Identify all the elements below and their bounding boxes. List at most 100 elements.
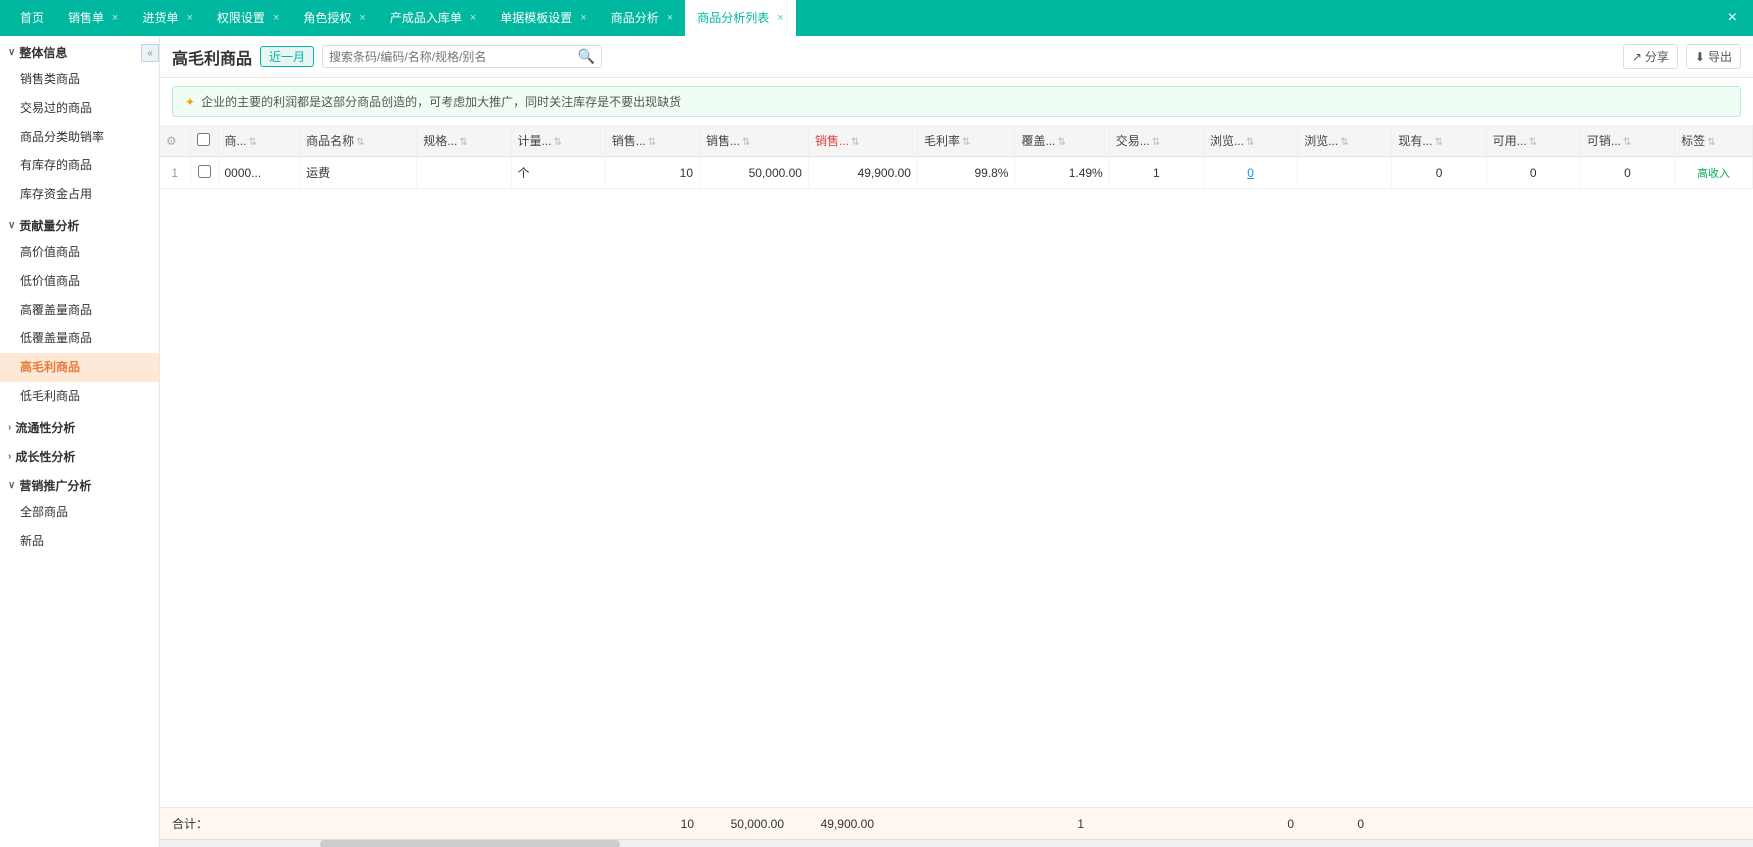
table-row: 1 0000... 运费 个 10 50,000.00 49,900.00 99… (160, 157, 1753, 189)
col-transactions[interactable]: 交易...⇅ (1109, 125, 1203, 157)
sidebar-item-traded-goods[interactable]: 交易过的商品 (0, 94, 159, 123)
footer-view2 (1160, 817, 1230, 831)
col-settings[interactable]: ⚙ (160, 125, 190, 157)
cell-transactions: 1 (1109, 157, 1203, 189)
col-available[interactable]: 可用...⇅ (1486, 125, 1580, 157)
nav-item-template[interactable]: 单据模板设置 × (488, 0, 598, 36)
col-sales-qty[interactable]: 销售...⇅ (605, 125, 699, 157)
nav-item-home[interactable]: 首页 (8, 0, 56, 36)
search-input[interactable] (329, 50, 574, 64)
sidebar-item-category-rate[interactable]: 商品分类助销率 (0, 123, 159, 152)
footer-spacer-1 (232, 817, 262, 831)
horizontal-scrollbar[interactable] (160, 839, 1753, 847)
footer-summary: 合计： 10 50,000.00 49,900.00 1 0 0 (160, 807, 1753, 839)
sidebar-group-marketing[interactable]: ∨ 营销推广分析 (0, 469, 159, 498)
col-coverage[interactable]: 覆盖...⇅ (1015, 125, 1109, 157)
col-spec[interactable]: 规格...⇅ (417, 125, 511, 157)
tag-high-income: 高收入 (1697, 168, 1730, 180)
footer-sales-amt: 50,000.00 (700, 817, 790, 831)
group-label-growth: 成长性分析 (15, 448, 75, 465)
sidebar-item-high-coverage[interactable]: 高覆盖量商品 (0, 296, 159, 325)
sidebar-item-new-goods[interactable]: 新品 (0, 527, 159, 556)
cell-code[interactable]: 0000... (218, 157, 300, 189)
share-button[interactable]: ↗ 分享 (1623, 44, 1678, 69)
close-all-tabs-button[interactable]: × (1720, 9, 1745, 27)
nav-item-roles[interactable]: 角色授权 × (291, 0, 377, 36)
sidebar-item-low-coverage[interactable]: 低覆盖量商品 (0, 324, 159, 353)
col-view1[interactable]: 浏览...⇅ (1203, 125, 1297, 157)
group-arrow-overall: ∨ (8, 47, 15, 58)
export-button[interactable]: ⬇ 导出 (1686, 44, 1741, 69)
col-code[interactable]: 商...⇅ (218, 125, 300, 157)
info-icon: ✦ (185, 95, 195, 109)
nav-close-roles[interactable]: × (359, 0, 365, 36)
nav-item-sales[interactable]: 销售单 × (56, 0, 130, 36)
group-arrow-liquidity: › (8, 422, 11, 433)
sidebar-item-low-value[interactable]: 低价值商品 (0, 267, 159, 296)
cell-gross-margin: 99.8% (917, 157, 1015, 189)
sidebar-item-low-margin[interactable]: 低毛利商品 (0, 382, 159, 411)
export-icon: ⬇ (1695, 50, 1705, 64)
sidebar-item-in-stock[interactable]: 有库存的商品 (0, 151, 159, 180)
settings-icon[interactable]: ⚙ (166, 134, 177, 148)
search-icon[interactable]: 🔍 (578, 48, 595, 65)
group-arrow-contribution: ∨ (8, 220, 15, 231)
nav-close-purchase[interactable]: × (186, 0, 192, 36)
nav-close-production[interactable]: × (470, 0, 476, 36)
group-label-contribution: 贡献量分析 (19, 217, 79, 234)
nav-close-template[interactable]: × (580, 0, 586, 36)
share-icon: ↗ (1632, 50, 1642, 64)
sidebar-item-sales-goods[interactable]: 销售类商品 (0, 65, 159, 94)
col-sellable[interactable]: 可销...⇅ (1580, 125, 1674, 157)
cell-view1[interactable]: 0 (1203, 157, 1297, 189)
nav-item-analysis-list[interactable]: 商品分析列表 × (685, 0, 795, 36)
info-banner: ✦ 企业的主要的利润都是这部分商品创造的，可考虑加大推广，同时关注库存是不要出现… (172, 86, 1741, 117)
footer-cells: 10 50,000.00 49,900.00 1 0 0 (232, 817, 1741, 831)
sidebar-group-overall[interactable]: ∨ 整体信息 (0, 36, 159, 65)
sidebar-group-liquidity[interactable]: › 流通性分析 (0, 411, 159, 440)
row-checkbox[interactable] (198, 165, 211, 178)
col-tag[interactable]: 标签⇅ (1675, 125, 1753, 157)
col-sales-amt[interactable]: 销售...⇅ (700, 125, 809, 157)
col-name[interactable]: 商品名称⇅ (300, 125, 417, 157)
cell-sales-profit: 49,900.00 (808, 157, 917, 189)
sidebar-item-high-margin[interactable]: 高毛利商品 (0, 353, 159, 382)
footer-spacer-2 (262, 817, 290, 831)
footer-view1 (1090, 817, 1160, 831)
col-view2[interactable]: 浏览...⇅ (1298, 125, 1392, 157)
col-sales-profit[interactable]: 销售...⇅ (808, 125, 917, 157)
group-arrow-marketing: ∨ (8, 480, 15, 491)
sidebar-group-contribution[interactable]: ∨ 贡献量分析 (0, 209, 159, 238)
col-unit[interactable]: 计量...⇅ (511, 125, 605, 157)
nav-label-roles: 角色授权 (303, 0, 351, 36)
sidebar-item-capital-usage[interactable]: 库存资金占用 (0, 180, 159, 209)
select-all-checkbox[interactable] (197, 133, 210, 146)
nav-close-analysis[interactable]: × (667, 0, 673, 36)
col-current-stock[interactable]: 现有...⇅ (1392, 125, 1486, 157)
cell-checkbox[interactable] (190, 157, 218, 189)
filter-tag-recent-month[interactable]: 近一月 (260, 46, 314, 67)
nav-label-sales: 销售单 (68, 0, 104, 36)
footer-sales-qty: 10 (620, 817, 700, 831)
nav-item-permissions[interactable]: 权限设置 × (205, 0, 291, 36)
nav-close-sales[interactable]: × (112, 0, 118, 36)
cell-name[interactable]: 运费 (300, 157, 417, 189)
sidebar-collapse-button[interactable]: « (141, 44, 159, 62)
nav-item-production[interactable]: 产成品入库单 × (378, 0, 488, 36)
scrollbar-thumb[interactable] (320, 840, 620, 847)
sidebar-group-growth[interactable]: › 成长性分析 (0, 440, 159, 469)
cell-unit: 个 (511, 157, 605, 189)
cell-sellable: 0 (1580, 157, 1674, 189)
footer-spacer-4 (370, 817, 470, 831)
nav-item-purchase[interactable]: 进货单 × (130, 0, 204, 36)
table-header-row: ⚙ 商...⇅ 商品名称⇅ 规格...⇅ 计量...⇅ 销售...⇅ 销售...… (160, 125, 1753, 157)
sidebar-item-high-value[interactable]: 高价值商品 (0, 238, 159, 267)
group-arrow-growth: › (8, 451, 11, 462)
nav-item-analysis[interactable]: 商品分析 × (599, 0, 685, 36)
sidebar: « ∨ 整体信息 销售类商品 交易过的商品 商品分类助销率 有库存的商品 库存资… (0, 36, 160, 847)
col-gross-margin[interactable]: 毛利率⇅ (917, 125, 1015, 157)
nav-close-analysis-list[interactable]: × (777, 0, 783, 36)
table-wrapper: ⚙ 商...⇅ 商品名称⇅ 规格...⇅ 计量...⇅ 销售...⇅ 销售...… (160, 125, 1753, 807)
sidebar-item-all-goods[interactable]: 全部商品 (0, 498, 159, 527)
nav-close-permissions[interactable]: × (273, 0, 279, 36)
